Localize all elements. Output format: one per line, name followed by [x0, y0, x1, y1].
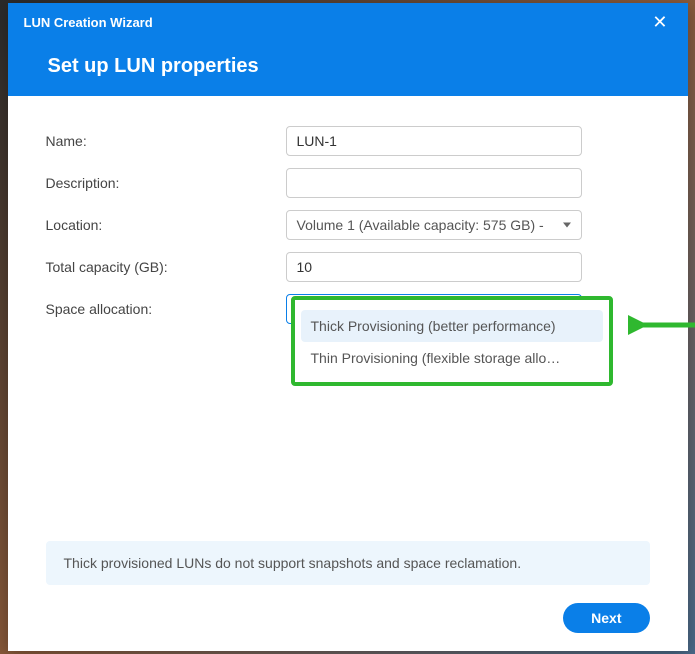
- location-select[interactable]: Volume 1 (Available capacity: 575 GB) -: [286, 210, 582, 240]
- next-button[interactable]: Next: [563, 603, 649, 633]
- close-icon[interactable]: ✕: [648, 11, 671, 33]
- chevron-down-icon: [563, 223, 571, 228]
- description-input[interactable]: [286, 168, 582, 198]
- lun-creation-wizard-dialog: LUN Creation Wizard ✕ Set up LUN propert…: [8, 3, 688, 651]
- allocation-option-thin[interactable]: Thin Provisioning (flexible storage allo…: [301, 342, 603, 374]
- capacity-input[interactable]: [286, 252, 582, 282]
- dialog-footer: Next: [8, 585, 688, 651]
- name-label: Name:: [46, 133, 286, 149]
- description-label: Description:: [46, 175, 286, 191]
- allocation-label: Space allocation:: [46, 301, 286, 317]
- name-input[interactable]: [286, 126, 582, 156]
- dialog-header: LUN Creation Wizard ✕ Set up LUN propert…: [8, 3, 688, 96]
- location-select-value: Volume 1 (Available capacity: 575 GB) -: [297, 217, 544, 233]
- dialog-title: LUN Creation Wizard: [24, 15, 153, 30]
- dialog-subtitle: Set up LUN properties: [48, 55, 672, 78]
- dialog-content: Name: Description: Location: Volume 1 (A…: [8, 96, 688, 541]
- location-label: Location:: [46, 217, 286, 233]
- note-bar: Thick provisioned LUNs do not support sn…: [46, 541, 650, 585]
- capacity-label: Total capacity (GB):: [46, 259, 286, 275]
- allocation-dropdown: Thick Provisioning (better performance) …: [291, 296, 613, 386]
- allocation-option-thick[interactable]: Thick Provisioning (better performance): [301, 310, 603, 342]
